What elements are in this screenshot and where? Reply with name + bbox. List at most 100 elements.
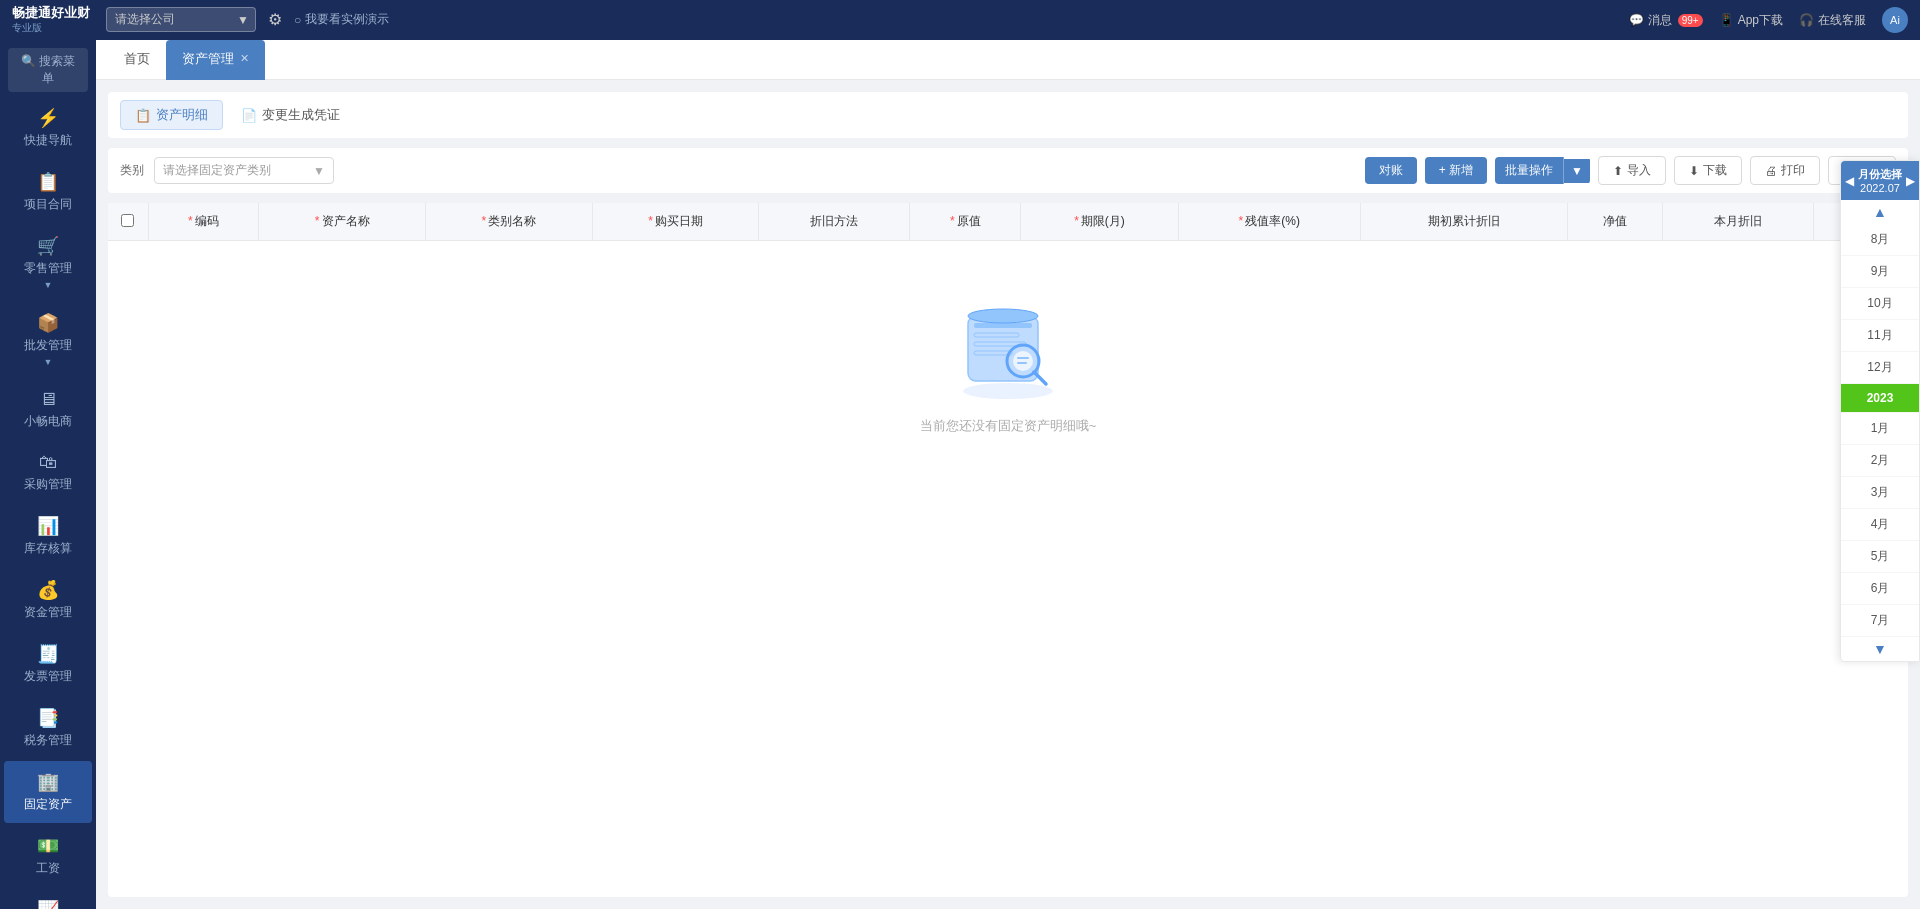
import-icon: ⬆: [1613, 164, 1623, 178]
message-label: 消息: [1648, 12, 1672, 29]
download-btn-label: 下载: [1703, 162, 1727, 179]
sidebar-item-invoice-label: 发票管理: [24, 668, 72, 685]
search-icon: 🔍: [21, 54, 36, 68]
select-all-checkbox[interactable]: [121, 214, 134, 227]
collapse-left-icon[interactable]: ◀: [1845, 174, 1854, 188]
month-item-6[interactable]: 6月: [1841, 573, 1919, 605]
sidebar-item-retail[interactable]: 🛒 零售管理 ▼: [4, 225, 92, 300]
message-btn[interactable]: 💬 消息 99+: [1629, 12, 1703, 29]
add-btn[interactable]: + 新增: [1425, 157, 1487, 184]
reconcile-btn[interactable]: 对账: [1365, 157, 1417, 184]
month-list: 8月 9月 10月 11月 12月 2023 1月 2月 3月 4月 5月 6月…: [1841, 224, 1919, 637]
month-item-2[interactable]: 2月: [1841, 445, 1919, 477]
batch-dropdown-icon[interactable]: ▼: [1564, 159, 1590, 183]
month-item-3[interactable]: 3月: [1841, 477, 1919, 509]
sidebar-item-project-label: 项目合同: [24, 196, 72, 213]
tab-asset-mgmt-label: 资产管理: [182, 50, 234, 68]
tab-home-label: 首页: [124, 50, 150, 68]
sub-tab-asset-detail-label: 资产明细: [156, 106, 208, 124]
company-selector[interactable]: 请选择公司 ▼: [106, 7, 256, 32]
sidebar-item-invoice[interactable]: 🧾 发票管理: [4, 633, 92, 695]
batch-btn[interactable]: 批量操作: [1495, 157, 1564, 184]
page-content: 📋 资产明细 📄 变更生成凭证 类别 请选择固定资产类别 ▼: [96, 80, 1920, 909]
scroll-down-btn[interactable]: ▼: [1841, 637, 1919, 661]
app-download-btn[interactable]: 📱 App下载: [1719, 12, 1783, 29]
svg-point-8: [1013, 351, 1033, 371]
user-avatar[interactable]: Ai: [1882, 7, 1908, 33]
online-service-btn[interactable]: 🎧 在线客服: [1799, 12, 1866, 29]
settings-icon[interactable]: ⚙: [264, 6, 286, 33]
project-icon: 📋: [37, 171, 59, 193]
th-net-value: 净值: [1567, 203, 1662, 241]
import-btn[interactable]: ⬆ 导入: [1598, 156, 1666, 185]
payroll-icon: 💵: [37, 835, 59, 857]
tab-bar: 首页 资产管理 ✕: [96, 40, 1920, 80]
company-selector-text: 请选择公司: [115, 11, 175, 28]
sidebar-search[interactable]: 🔍 搜索菜单: [8, 48, 88, 92]
th-monthly-depreciation: 本月折旧: [1663, 203, 1814, 241]
sidebar-item-tax[interactable]: 📑 税务管理: [4, 697, 92, 759]
demo-link[interactable]: ○ 我要看实例演示: [294, 11, 389, 28]
top-bar: 畅捷通好业财 专业版 请选择公司 ▼ ⚙ ○ 我要看实例演示 💬 消息 99+ …: [0, 0, 1920, 40]
app-edition: 专业版: [12, 21, 42, 35]
month-panel-year: 2022.07: [1860, 182, 1900, 194]
sidebar-item-operations[interactable]: 📈 经营管理: [4, 889, 92, 909]
sub-tabs: 📋 资产明细 📄 变更生成凭证: [108, 92, 1908, 138]
toolbar: 类别 请选择固定资产类别 ▼ 对账 + 新增 批量操作 ▼: [108, 148, 1908, 193]
fixed-assets-icon: 🏢: [37, 771, 59, 793]
tab-close-icon[interactable]: ✕: [240, 52, 249, 65]
category-filter-placeholder: 请选择固定资产类别: [163, 163, 271, 177]
empty-text: 当前您还没有固定资产明细哦~: [920, 417, 1097, 435]
app-body: 🔍 搜索菜单 ⚡ 快捷导航 📋 项目合同 🛒 零售管理 ▼ 📦 批发管理 ▼ 🖥…: [0, 40, 1920, 909]
month-item-12[interactable]: 12月: [1841, 352, 1919, 384]
sidebar-item-inventory-label: 库存核算: [24, 540, 72, 557]
inventory-icon: 📊: [37, 515, 59, 537]
sidebar-item-wholesale[interactable]: 📦 批发管理 ▼: [4, 302, 92, 377]
table-wrapper[interactable]: *编码 *资产名称 *类别名称 *购买日期 折旧方法 *原值 *期限(月) *残…: [108, 203, 1908, 897]
sidebar-item-ecommerce[interactable]: 🖥 小畅电商: [4, 379, 92, 440]
message-badge: 99+: [1678, 14, 1703, 27]
month-item-11[interactable]: 11月: [1841, 320, 1919, 352]
sub-tab-asset-detail[interactable]: 📋 资产明细: [120, 100, 223, 130]
collapse-right-icon[interactable]: ▶: [1906, 174, 1915, 188]
empty-state: 当前您还没有固定资产明细哦~: [108, 241, 1908, 495]
sub-tab-change-voucher[interactable]: 📄 变更生成凭证: [227, 101, 354, 129]
batch-btn-group: 批量操作 ▼: [1495, 157, 1590, 184]
sidebar-item-purchase[interactable]: 🛍 采购管理: [4, 442, 92, 503]
sidebar-item-quicknav[interactable]: ⚡ 快捷导航: [4, 97, 92, 159]
month-item-5[interactable]: 5月: [1841, 541, 1919, 573]
message-icon: 💬: [1629, 13, 1644, 27]
finance-icon: 💰: [37, 579, 59, 601]
phone-icon: 📱: [1719, 13, 1734, 27]
download-btn[interactable]: ⬇ 下载: [1674, 156, 1742, 185]
sidebar-item-project[interactable]: 📋 项目合同: [4, 161, 92, 223]
scroll-up-btn[interactable]: ▲: [1841, 200, 1919, 224]
wholesale-icon: 📦: [37, 312, 59, 334]
operations-icon: 📈: [37, 899, 59, 909]
month-item-9[interactable]: 9月: [1841, 256, 1919, 288]
tab-asset-mgmt[interactable]: 资产管理 ✕: [166, 40, 265, 80]
month-item-10[interactable]: 10月: [1841, 288, 1919, 320]
avatar-text: Ai: [1890, 14, 1900, 26]
demo-link-text: 我要看实例演示: [305, 11, 389, 28]
sidebar-item-inventory[interactable]: 📊 库存核算: [4, 505, 92, 567]
asset-detail-icon: 📋: [135, 108, 151, 123]
sub-tab-change-voucher-label: 变更生成凭证: [262, 106, 340, 124]
tax-icon: 📑: [37, 707, 59, 729]
tab-home[interactable]: 首页: [108, 40, 166, 80]
asset-table: *编码 *资产名称 *类别名称 *购买日期 折旧方法 *原值 *期限(月) *残…: [108, 203, 1908, 241]
month-item-8[interactable]: 8月: [1841, 224, 1919, 256]
sidebar-item-payroll[interactable]: 💵 工资: [4, 825, 92, 887]
category-filter[interactable]: 请选择固定资产类别 ▼: [154, 157, 334, 184]
month-item-1[interactable]: 1月: [1841, 413, 1919, 445]
th-residual-rate: *残值率(%): [1178, 203, 1360, 241]
svg-point-0: [963, 383, 1053, 399]
month-item-7[interactable]: 7月: [1841, 605, 1919, 637]
sidebar-item-fixed-assets[interactable]: 🏢 固定资产: [4, 761, 92, 823]
svg-point-6: [968, 309, 1038, 323]
svg-rect-2: [974, 323, 1032, 328]
print-btn[interactable]: 🖨 打印: [1750, 156, 1820, 185]
online-service-label: 在线客服: [1818, 12, 1866, 29]
sidebar-item-finance[interactable]: 💰 资金管理: [4, 569, 92, 631]
month-item-4[interactable]: 4月: [1841, 509, 1919, 541]
